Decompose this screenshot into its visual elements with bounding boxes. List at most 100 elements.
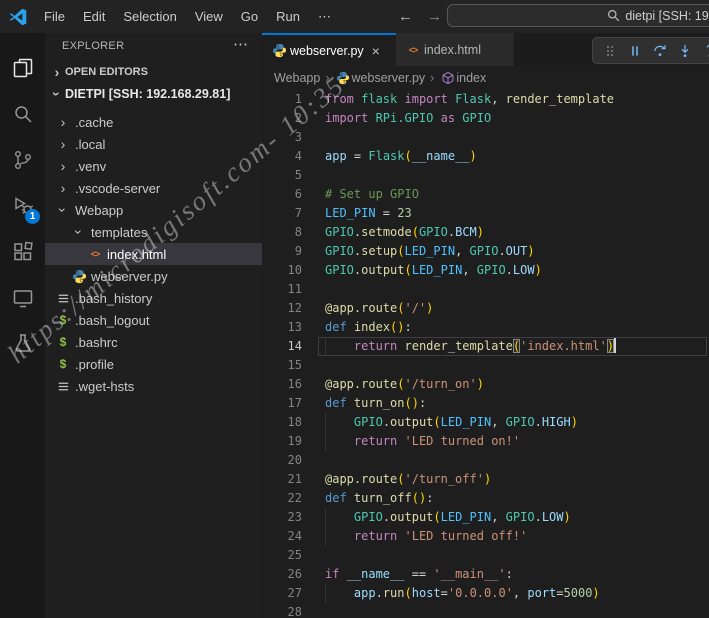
line-number[interactable]: 12 <box>262 299 302 318</box>
code-line-20[interactable]: 20 <box>262 451 709 470</box>
tree-item-local[interactable]: › .local <box>45 133 262 155</box>
code-line-6[interactable]: 6 # Set up GPIO <box>262 185 709 204</box>
tree-item-templates[interactable]: › templates <box>45 221 262 243</box>
line-number[interactable]: 14 <box>262 337 302 356</box>
close-icon[interactable]: × <box>372 43 380 59</box>
code-line-23[interactable]: 23 GPIO.output(LED_PIN, GPIO.LOW) <box>262 508 709 527</box>
code-area[interactable]: 1 from flask import Flask, render_templat… <box>262 90 709 618</box>
line-number[interactable]: 16 <box>262 375 302 394</box>
debug-step-over-icon[interactable] <box>647 40 672 62</box>
code-line-25[interactable]: 25 <box>262 546 709 565</box>
tab-webserver-py[interactable]: webserver.py × <box>262 33 396 66</box>
activity-explorer-icon[interactable] <box>0 45 45 90</box>
tree-item-vscode-server[interactable]: › .vscode-server <box>45 177 262 199</box>
code-line-9[interactable]: 9 GPIO.setup(LED_PIN, GPIO.OUT) <box>262 242 709 261</box>
code-line-22[interactable]: 22 def turn_off(): <box>262 489 709 508</box>
line-number[interactable]: 8 <box>262 223 302 242</box>
code-line-5[interactable]: 5 <box>262 166 709 185</box>
line-number[interactable]: 24 <box>262 527 302 546</box>
activity-run-debug-icon[interactable]: 1 <box>0 183 45 228</box>
code-line-4[interactable]: 4 app = Flask(__name__) <box>262 147 709 166</box>
code-line-27[interactable]: 27 app.run(host='0.0.0.0', port=5000) <box>262 584 709 603</box>
code-line-1[interactable]: 1 from flask import Flask, render_templat… <box>262 90 709 109</box>
explorer-more-actions-icon[interactable]: ⋯ <box>233 35 248 53</box>
code-line-15[interactable]: 15 <box>262 356 709 375</box>
tree-item-venv[interactable]: › .venv <box>45 155 262 177</box>
nav-forward-icon[interactable]: → <box>427 8 442 25</box>
line-number[interactable]: 15 <box>262 356 302 375</box>
line-number[interactable]: 17 <box>262 394 302 413</box>
code-line-24[interactable]: 24 return 'LED turned off!' <box>262 527 709 546</box>
line-number[interactable]: 26 <box>262 565 302 584</box>
line-number[interactable]: 19 <box>262 432 302 451</box>
line-number[interactable]: 9 <box>262 242 302 261</box>
debug-step-out-icon[interactable] <box>697 40 709 62</box>
line-number[interactable]: 22 <box>262 489 302 508</box>
menu-go[interactable]: Go <box>232 0 267 33</box>
activity-remote-explorer-icon[interactable] <box>0 275 45 320</box>
tab-index-html[interactable]: <> index.html <box>396 33 515 66</box>
code-line-11[interactable]: 11 <box>262 280 709 299</box>
code-line-8[interactable]: 8 GPIO.setmode(GPIO.BCM) <box>262 223 709 242</box>
line-number[interactable]: 21 <box>262 470 302 489</box>
tree-item-profile[interactable]: $ .profile <box>45 353 262 375</box>
code-line-12[interactable]: 12 @app.route('/') <box>262 299 709 318</box>
menu-view[interactable]: View <box>186 0 232 33</box>
nav-back-icon[interactable]: ← <box>398 8 413 25</box>
menu-edit[interactable]: Edit <box>74 0 114 33</box>
tree-item-cache[interactable]: › .cache <box>45 111 262 133</box>
tree-item-webserver-py[interactable]: webserver.py <box>45 265 262 287</box>
debug-pause-icon[interactable] <box>622 40 647 62</box>
workspace-root[interactable]: › DIETPI [SSH: 192.168.29.81] <box>45 83 262 105</box>
menu-selection[interactable]: Selection <box>114 0 185 33</box>
line-number[interactable]: 4 <box>262 147 302 166</box>
breadcrumb-file[interactable]: webserver.py <box>352 71 426 85</box>
code-line-13[interactable]: 13 def index(): <box>262 318 709 337</box>
line-number[interactable]: 27 <box>262 584 302 603</box>
line-number[interactable]: 23 <box>262 508 302 527</box>
tree-item-bash-history[interactable]: .bash_history <box>45 287 262 309</box>
open-editors-section[interactable]: › OPEN EDITORS <box>45 61 262 83</box>
code-line-10[interactable]: 10 GPIO.output(LED_PIN, GPIO.LOW) <box>262 261 709 280</box>
code-line-7[interactable]: 7 LED_PIN = 23 <box>262 204 709 223</box>
code-line-2[interactable]: 2 import RPi.GPIO as GPIO <box>262 109 709 128</box>
tree-item-bashrc[interactable]: $ .bashrc <box>45 331 262 353</box>
tree-item-Webapp[interactable]: › Webapp <box>45 199 262 221</box>
code-line-14[interactable]: 14 return render_template('index.html') <box>262 337 709 356</box>
debug-step-into-icon[interactable] <box>672 40 697 62</box>
tree-item-bash-logout[interactable]: $ .bash_logout <box>45 309 262 331</box>
debug-drag-handle-icon[interactable] <box>597 40 622 62</box>
code-line-3[interactable]: 3 <box>262 128 709 147</box>
activity-search-icon[interactable] <box>0 91 45 136</box>
line-number[interactable]: 7 <box>262 204 302 223</box>
tree-item-wget-hsts[interactable]: .wget-hsts <box>45 375 262 397</box>
line-number[interactable]: 18 <box>262 413 302 432</box>
line-number[interactable]: 20 <box>262 451 302 470</box>
activity-extensions-icon[interactable] <box>0 229 45 274</box>
line-number[interactable]: 25 <box>262 546 302 565</box>
activity-source-control-icon[interactable] <box>0 137 45 182</box>
line-number[interactable]: 2 <box>262 109 302 128</box>
code-line-17[interactable]: 17 def turn_on(): <box>262 394 709 413</box>
breadcrumb-folder[interactable]: Webapp <box>274 71 320 85</box>
tree-item-index-html[interactable]: <> index.html <box>45 243 262 265</box>
activity-testing-icon[interactable] <box>0 321 45 366</box>
line-number[interactable]: 28 <box>262 603 302 618</box>
menu-run[interactable]: Run <box>267 0 309 33</box>
line-number[interactable]: 13 <box>262 318 302 337</box>
code-line-16[interactable]: 16 @app.route('/turn_on') <box>262 375 709 394</box>
code-line-28[interactable]: 28 <box>262 603 709 618</box>
code-line-18[interactable]: 18 GPIO.output(LED_PIN, GPIO.HIGH) <box>262 413 709 432</box>
command-center-search[interactable]: dietpi [SSH: 192.168 <box>447 4 709 27</box>
line-number[interactable]: 5 <box>262 166 302 185</box>
line-number[interactable]: 3 <box>262 128 302 147</box>
line-number[interactable]: 10 <box>262 261 302 280</box>
code-line-19[interactable]: 19 return 'LED turned on!' <box>262 432 709 451</box>
line-number[interactable]: 1 <box>262 90 302 109</box>
breadcrumb-symbol[interactable]: index <box>456 71 486 85</box>
line-number[interactable]: 6 <box>262 185 302 204</box>
menu-more[interactable]: ⋯ <box>309 0 340 33</box>
code-line-21[interactable]: 21 @app.route('/turn_off') <box>262 470 709 489</box>
line-number[interactable]: 11 <box>262 280 302 299</box>
menu-file[interactable]: File <box>35 0 74 33</box>
